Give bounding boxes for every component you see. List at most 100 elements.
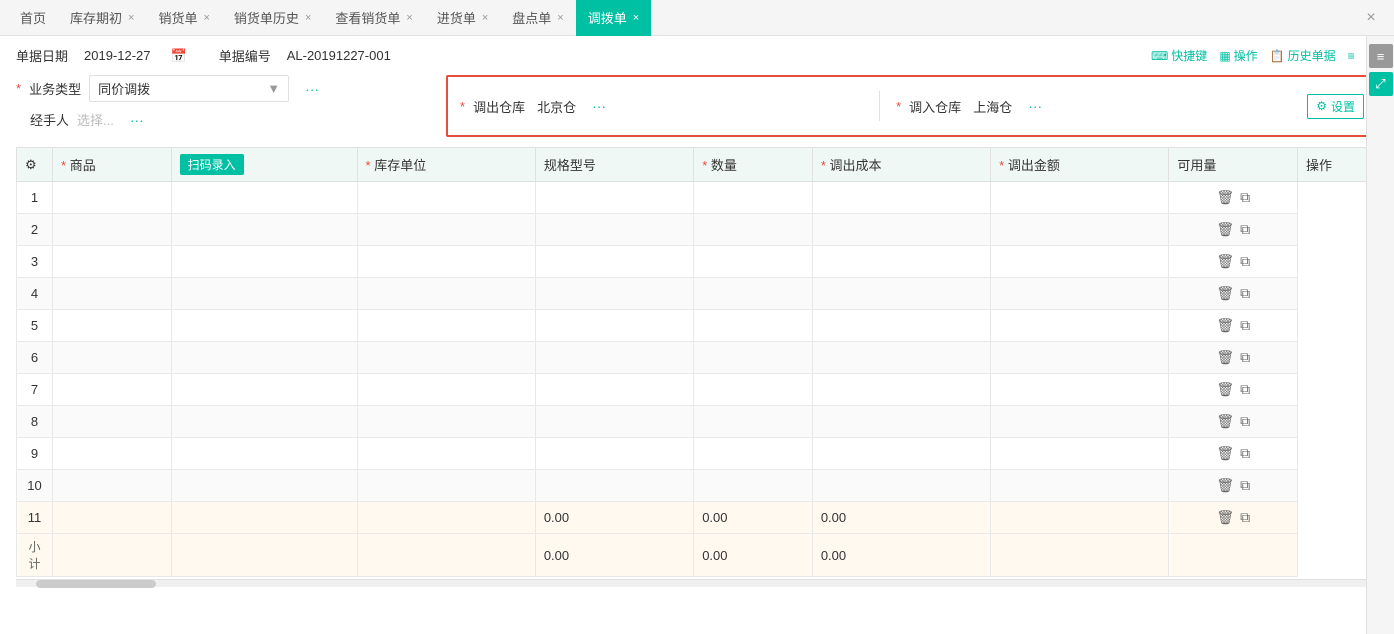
- cost-cell[interactable]: [694, 438, 813, 470]
- amount-cell[interactable]: 0.00: [812, 502, 990, 534]
- qty-cell[interactable]: [535, 182, 693, 214]
- delete-icon[interactable]: 🗑: [1216, 477, 1234, 494]
- delete-icon[interactable]: 🗑: [1216, 221, 1234, 238]
- cost-cell[interactable]: [694, 278, 813, 310]
- copy-icon[interactable]: ⧉: [1240, 317, 1250, 334]
- amount-cell[interactable]: [812, 374, 990, 406]
- sidebar-list-icon[interactable]: ≡: [1369, 44, 1393, 68]
- unit-cell[interactable]: [171, 182, 357, 214]
- cost-cell[interactable]: [694, 374, 813, 406]
- product-cell[interactable]: [53, 342, 172, 374]
- product-cell[interactable]: [53, 406, 172, 438]
- delete-icon[interactable]: 🗑: [1216, 413, 1234, 430]
- amount-cell[interactable]: [812, 470, 990, 502]
- qty-cell[interactable]: [535, 374, 693, 406]
- amount-cell[interactable]: [812, 182, 990, 214]
- copy-icon[interactable]: ⧉: [1240, 413, 1250, 430]
- unit-cell[interactable]: [171, 214, 357, 246]
- th-gear[interactable]: ⚙: [17, 148, 53, 182]
- scrollbar-thumb[interactable]: [36, 580, 156, 588]
- spec-cell[interactable]: [357, 406, 535, 438]
- close-icon[interactable]: ×: [482, 12, 488, 24]
- copy-icon[interactable]: ⧉: [1240, 381, 1250, 398]
- qty-cell[interactable]: [535, 310, 693, 342]
- copy-icon[interactable]: ⧉: [1240, 253, 1250, 270]
- tab-inventory-init[interactable]: 库存期初 ×: [58, 0, 146, 36]
- business-type-select[interactable]: 同价调拨 ▼: [89, 75, 289, 102]
- copy-icon[interactable]: ⧉: [1240, 509, 1250, 526]
- cost-cell[interactable]: [694, 470, 813, 502]
- amount-cell[interactable]: [812, 438, 990, 470]
- amount-cell[interactable]: [812, 406, 990, 438]
- cost-cell[interactable]: [694, 182, 813, 214]
- close-icon[interactable]: ×: [128, 12, 134, 24]
- window-close-button[interactable]: ×: [1356, 3, 1386, 33]
- spec-cell[interactable]: [357, 246, 535, 278]
- unit-cell[interactable]: [171, 406, 357, 438]
- spec-cell[interactable]: [357, 502, 535, 534]
- cost-cell[interactable]: [694, 342, 813, 374]
- tab-home[interactable]: 首页: [8, 0, 58, 36]
- delete-icon[interactable]: 🗑: [1216, 509, 1234, 526]
- qty-cell[interactable]: [535, 406, 693, 438]
- copy-icon[interactable]: ⧉: [1240, 189, 1250, 206]
- product-cell[interactable]: [53, 502, 172, 534]
- spec-cell[interactable]: [357, 182, 535, 214]
- delete-icon[interactable]: 🗑: [1216, 253, 1234, 270]
- unit-cell[interactable]: [171, 278, 357, 310]
- tab-view-sales[interactable]: 查看销货单 ×: [323, 0, 424, 36]
- qty-cell[interactable]: [535, 342, 693, 374]
- close-icon[interactable]: ×: [305, 12, 311, 24]
- copy-icon[interactable]: ⧉: [1240, 477, 1250, 494]
- qty-cell[interactable]: [535, 438, 693, 470]
- product-cell[interactable]: [53, 182, 172, 214]
- qty-cell[interactable]: [535, 246, 693, 278]
- unit-cell[interactable]: [171, 246, 357, 278]
- layout1-button[interactable]: ≡: [1348, 49, 1355, 63]
- product-cell[interactable]: [53, 214, 172, 246]
- close-icon[interactable]: ×: [557, 12, 563, 24]
- business-type-dots[interactable]: ···: [305, 81, 319, 97]
- amount-cell[interactable]: [812, 278, 990, 310]
- delete-icon[interactable]: 🗑: [1216, 285, 1234, 302]
- close-icon[interactable]: ×: [633, 12, 639, 24]
- history-button[interactable]: 📋 历史单据: [1270, 47, 1336, 64]
- spec-cell[interactable]: [357, 438, 535, 470]
- sidebar-expand-icon[interactable]: ⤢: [1369, 72, 1393, 96]
- amount-cell[interactable]: [812, 246, 990, 278]
- cost-cell[interactable]: 0.00: [694, 502, 813, 534]
- scan-button[interactable]: 扫码录入: [180, 154, 244, 175]
- operations-button[interactable]: ▦ 操作: [1219, 47, 1257, 64]
- amount-cell[interactable]: [812, 342, 990, 374]
- qty-cell[interactable]: [535, 214, 693, 246]
- qty-cell[interactable]: [535, 470, 693, 502]
- qty-cell[interactable]: 0.00: [535, 502, 693, 534]
- settings-button[interactable]: ⚙ 设置: [1307, 94, 1364, 119]
- close-icon[interactable]: ×: [406, 12, 412, 24]
- tab-sales-history[interactable]: 销货单历史 ×: [222, 0, 323, 36]
- th-scan[interactable]: 扫码录入: [171, 148, 357, 182]
- product-cell[interactable]: [53, 470, 172, 502]
- copy-icon[interactable]: ⧉: [1240, 349, 1250, 366]
- person-dots[interactable]: ···: [130, 112, 144, 128]
- spec-cell[interactable]: [357, 470, 535, 502]
- tab-transfer-order[interactable]: 调拨单 ×: [576, 0, 651, 36]
- copy-icon[interactable]: ⧉: [1240, 445, 1250, 462]
- delete-icon[interactable]: 🗑: [1216, 317, 1234, 334]
- delete-icon[interactable]: 🗑: [1216, 349, 1234, 366]
- spec-cell[interactable]: [357, 214, 535, 246]
- product-cell[interactable]: [53, 374, 172, 406]
- cost-cell[interactable]: [694, 246, 813, 278]
- delete-icon[interactable]: 🗑: [1216, 381, 1234, 398]
- tab-purchase-order[interactable]: 进货单 ×: [425, 0, 500, 36]
- delete-icon[interactable]: 🗑: [1216, 189, 1234, 206]
- unit-cell[interactable]: [171, 438, 357, 470]
- unit-cell[interactable]: [171, 310, 357, 342]
- tab-sales-order[interactable]: 销货单 ×: [146, 0, 221, 36]
- unit-cell[interactable]: [171, 342, 357, 374]
- out-warehouse-dots[interactable]: ···: [592, 98, 606, 114]
- product-cell[interactable]: [53, 246, 172, 278]
- product-cell[interactable]: [53, 310, 172, 342]
- calendar-icon[interactable]: 📅: [171, 48, 187, 64]
- qty-cell[interactable]: [535, 278, 693, 310]
